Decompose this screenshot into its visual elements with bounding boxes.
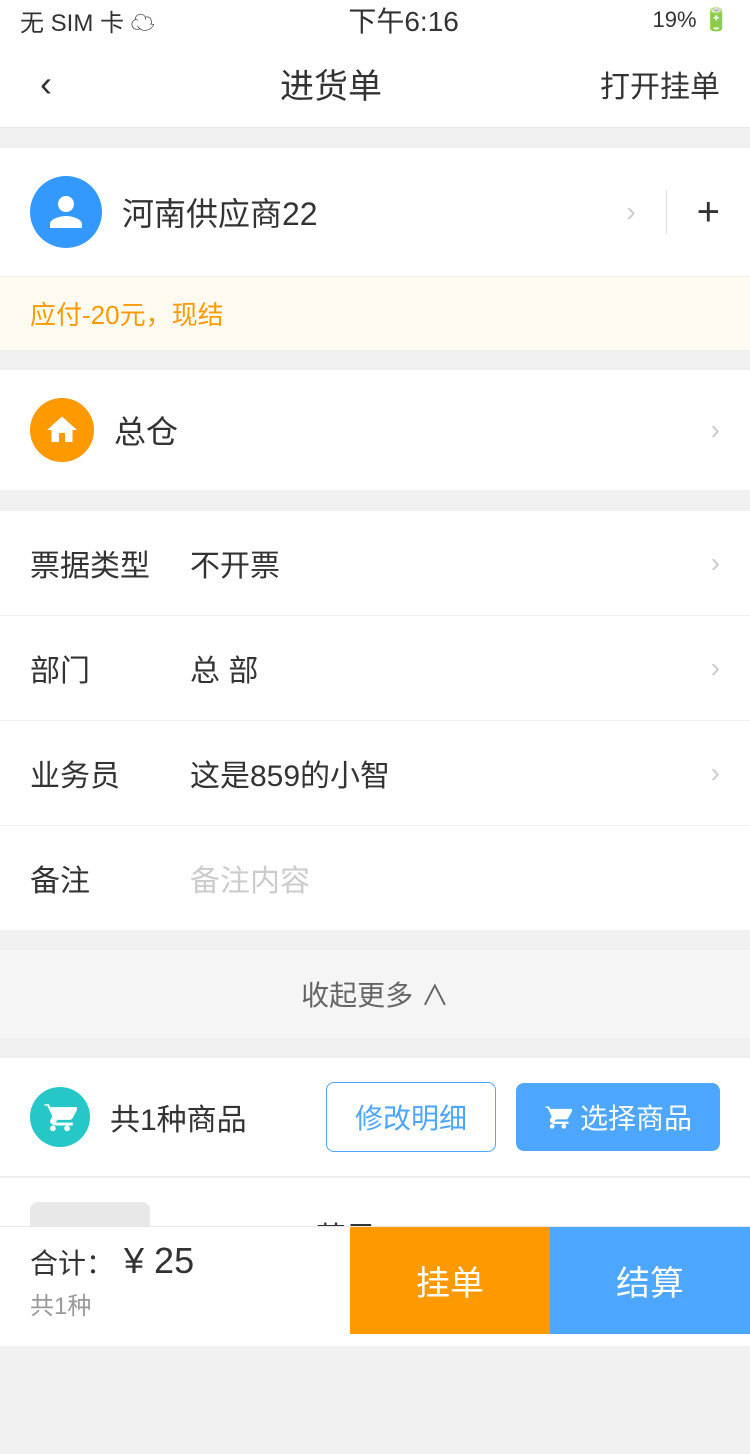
gap-4 <box>0 930 750 950</box>
total-value: ¥ 25 <box>124 1240 194 1281</box>
sales-arrow-icon: › <box>711 757 720 789</box>
invoice-arrow-icon: › <box>711 547 720 579</box>
dept-label: 部门 <box>30 646 170 690</box>
gap-3 <box>0 490 750 510</box>
gap-2 <box>0 350 750 370</box>
cart-icon <box>544 1103 572 1131</box>
status-left: 无 SIM 卡 ☁ <box>20 3 155 38</box>
warehouse-name: 总仓 <box>114 407 711 453</box>
invoice-value: 不开票 <box>170 541 711 585</box>
product-count: 共1种商品 <box>110 1095 306 1139</box>
supplier-avatar <box>30 176 102 248</box>
remark-row[interactable]: 备注 备注内容 <box>0 825 750 930</box>
warehouse-row[interactable]: 总仓 › <box>0 370 750 490</box>
remark-label: 备注 <box>30 856 170 900</box>
gap-5 <box>0 1038 750 1058</box>
product-bag-icon <box>30 1087 90 1147</box>
alert-banner: 应付-20元，现结 <box>0 277 750 350</box>
spacer-bottom <box>0 1346 750 1454</box>
battery-level: 19% <box>653 7 697 33</box>
sales-value: 这是859的小智 <box>170 751 711 795</box>
home-icon <box>44 412 80 448</box>
user-icon <box>46 192 86 232</box>
battery-icon: 🔋 <box>703 7 730 33</box>
total-amount: 合计： ¥ 25 <box>30 1240 320 1282</box>
warehouse-arrow-icon: › <box>711 414 720 446</box>
total-label: 合计： <box>30 1248 114 1279</box>
dept-value: 总 部 <box>170 646 711 690</box>
sales-label: 业务员 <box>30 751 170 795</box>
status-bar: 无 SIM 卡 ☁ 下午6:16 19% 🔋 <box>0 0 750 40</box>
bottom-bar: 合计： ¥ 25 共1种 挂单 结算 <box>0 1226 750 1334</box>
remark-placeholder[interactable]: 备注内容 <box>170 856 720 900</box>
divider <box>666 190 667 234</box>
settle-button[interactable]: 结算 <box>550 1227 750 1334</box>
add-supplier-button[interactable]: + <box>697 190 720 235</box>
nav-bar: ‹ 进货单 打开挂单 <box>0 40 750 128</box>
back-button[interactable]: ‹ <box>30 53 62 115</box>
invoice-label: 票据类型 <box>30 541 170 585</box>
total-count: 共1种 <box>30 1286 320 1321</box>
status-time: 下午6:16 <box>348 0 459 40</box>
dept-arrow-icon: › <box>711 652 720 684</box>
warehouse-icon <box>30 398 94 462</box>
sales-row[interactable]: 业务员 这是859的小智 › <box>0 720 750 825</box>
gap-1 <box>0 128 750 148</box>
collapse-button[interactable]: 收起更多 ∧ <box>0 950 750 1038</box>
supplier-row[interactable]: 河南供应商22 › + <box>0 148 750 277</box>
hang-button[interactable]: 挂单 <box>350 1227 550 1334</box>
alert-text: 应付-20元，现结 <box>30 300 224 330</box>
page-title: 进货单 <box>280 59 382 108</box>
select-product-button[interactable]: 选择商品 <box>516 1083 720 1151</box>
sim-status: 无 SIM 卡 ☁ <box>20 3 155 38</box>
bag-icon <box>43 1100 77 1134</box>
supplier-arrow-icon: › <box>626 196 635 228</box>
status-right: 19% 🔋 <box>653 7 730 33</box>
total-section: 合计： ¥ 25 共1种 <box>0 1227 350 1334</box>
invoice-row[interactable]: 票据类型 不开票 › <box>0 510 750 615</box>
supplier-name: 河南供应商22 <box>122 189 626 235</box>
select-product-label: 选择商品 <box>580 1097 692 1137</box>
open-hang-button[interactable]: 打开挂单 <box>600 62 720 106</box>
edit-detail-button[interactable]: 修改明细 <box>326 1082 496 1152</box>
dept-row[interactable]: 部门 总 部 › <box>0 615 750 720</box>
product-header: 共1种商品 修改明细 选择商品 <box>0 1058 750 1176</box>
